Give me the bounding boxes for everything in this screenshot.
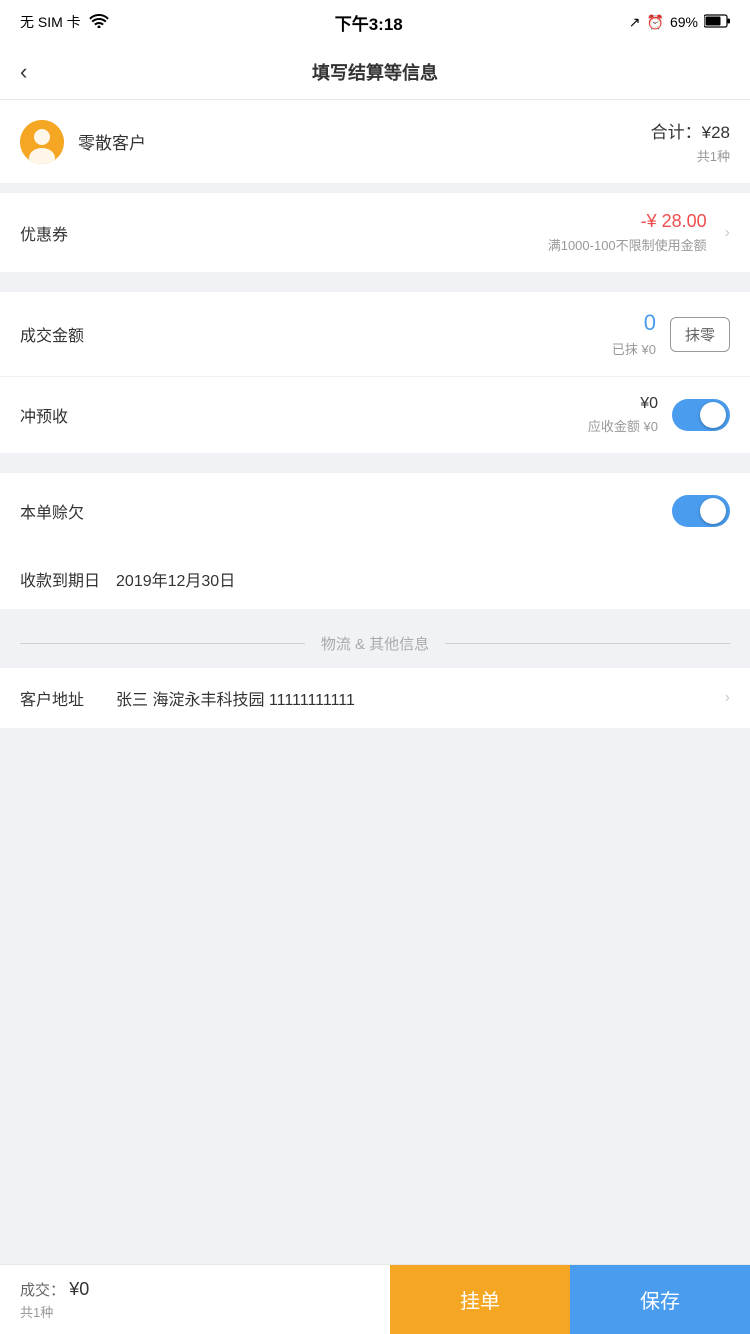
battery-percent: 69%: [670, 14, 698, 30]
transaction-right: 0 已抹 ¥0 抹零: [612, 310, 730, 358]
customer-section: 零散客户 合计：¥28 共1种: [0, 100, 750, 183]
address-label: 客户地址: [20, 686, 100, 710]
transaction-section: 成交金额 0 已抹 ¥0 抹零 冲预收 ¥0 应收金额 ¥0: [0, 292, 750, 453]
battery-icon: [704, 14, 730, 31]
alarm-icon: ⏰: [647, 14, 664, 31]
logistics-header: 物流 & 其他信息: [0, 619, 750, 668]
advance-label: 冲预收: [20, 403, 100, 427]
round-off-button[interactable]: 抹零: [670, 317, 730, 352]
advance-sub: ¥0 应收金额 ¥0: [588, 395, 658, 435]
divider-1: [0, 282, 750, 292]
bottom-count: 共1种: [20, 1302, 370, 1321]
status-bar: 无 SIM 卡 下午3:18 ↗ ⏰ 69%: [0, 0, 750, 44]
coupon-label: 优惠券: [20, 221, 100, 245]
location-icon: ↗: [629, 14, 641, 31]
coupon-chevron-icon: ›: [725, 224, 730, 242]
coupon-hint: 满1000-100不限制使用金额: [548, 235, 707, 254]
transaction-deducted: 已抹 ¥0: [612, 339, 656, 358]
hold-button[interactable]: 挂单: [390, 1265, 570, 1334]
customer-right: 合计：¥28 共1种: [651, 118, 730, 165]
customer-row: 零散客户 合计：¥28 共1种: [0, 100, 750, 183]
transaction-row: 成交金额 0 已抹 ¥0 抹零: [0, 292, 750, 377]
customer-count: 共1种: [651, 146, 730, 165]
status-left: 无 SIM 卡: [20, 12, 109, 32]
status-time: 下午3:18: [335, 10, 403, 35]
address-row[interactable]: 客户地址 张三 海淀永丰科技园 11111111111 ›: [0, 668, 750, 728]
coupon-discount: -¥ 28.00: [548, 211, 707, 232]
status-right: ↗ ⏰ 69%: [629, 14, 730, 31]
transaction-sub: 0 已抹 ¥0: [612, 310, 656, 358]
page-title: 填写结算等信息: [312, 59, 438, 85]
due-date-label: 收款到期日: [20, 567, 100, 591]
bottom-bar: 成交： ¥0 共1种 挂单 保存: [0, 1264, 750, 1334]
bottom-transaction-label: 成交： ¥0: [20, 1279, 370, 1300]
sim-status: 无 SIM 卡: [20, 12, 81, 32]
customer-total: 合计：¥28: [651, 118, 730, 143]
address-chevron-icon: ›: [725, 689, 730, 707]
nav-bar: ‹ 填写结算等信息: [0, 44, 750, 100]
customer-avatar: [20, 120, 64, 164]
debit-row: 本单赊欠: [0, 473, 750, 549]
logistics-line-right: [445, 643, 730, 644]
transaction-label: 成交金额: [20, 322, 100, 346]
divider-2: [0, 463, 750, 473]
back-button[interactable]: ‹: [12, 51, 35, 93]
bottom-info: 成交： ¥0 共1种: [0, 1279, 390, 1321]
logistics-line-left: [20, 643, 305, 644]
coupon-row[interactable]: 优惠券 -¥ 28.00 满1000-100不限制使用金额 ›: [0, 193, 750, 272]
advance-receivable: 应收金额 ¥0: [588, 416, 658, 435]
wifi-icon: [89, 14, 109, 31]
coupon-right: -¥ 28.00 满1000-100不限制使用金额 ›: [548, 211, 730, 254]
bottom-actions: 挂单 保存: [390, 1265, 750, 1334]
logistics-title: 物流 & 其他信息: [305, 633, 445, 654]
address-section: 客户地址 张三 海淀永丰科技园 11111111111 ›: [0, 668, 750, 728]
coupon-sub: -¥ 28.00 满1000-100不限制使用金额: [548, 211, 707, 254]
coupon-section: 优惠券 -¥ 28.00 满1000-100不限制使用金额 ›: [0, 193, 750, 272]
debit-toggle[interactable]: [672, 495, 730, 527]
advance-right: ¥0 应收金额 ¥0: [588, 395, 730, 435]
customer-left: 零散客户: [20, 120, 146, 164]
address-value: 张三 海淀永丰科技园 11111111111: [116, 686, 721, 710]
debit-section: 本单赊欠 收款到期日 2019年12月30日: [0, 473, 750, 609]
debit-label: 本单赊欠: [20, 499, 100, 523]
content: 零散客户 合计：¥28 共1种 优惠券 -¥ 28.00 满1000-100不限…: [0, 100, 750, 938]
empty-space: [0, 738, 750, 938]
bottom-transaction-amount: ¥0: [69, 1279, 89, 1299]
due-date-row: 收款到期日 2019年12月30日: [0, 549, 750, 609]
advance-row: 冲预收 ¥0 应收金额 ¥0: [0, 377, 750, 453]
due-date-value: 2019年12月30日: [116, 567, 235, 591]
customer-name: 零散客户: [78, 129, 146, 154]
transaction-value: 0: [612, 310, 656, 336]
advance-amount: ¥0: [588, 395, 658, 413]
save-button[interactable]: 保存: [570, 1265, 750, 1334]
advance-toggle[interactable]: [672, 399, 730, 431]
